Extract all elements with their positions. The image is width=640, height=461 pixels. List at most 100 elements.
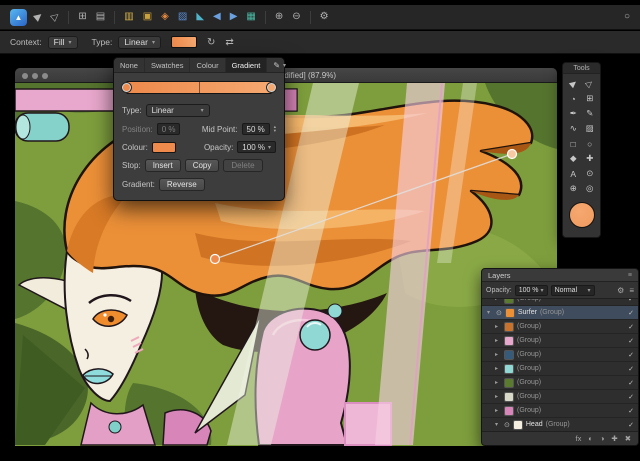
node-cursor-icon[interactable]: ▷: [49, 11, 61, 24]
colour-picker-tool-icon[interactable]: ⊕: [565, 181, 582, 196]
shape-tool-icon[interactable]: ✚: [582, 151, 599, 166]
rotate-gradient-icon[interactable]: ↻: [207, 37, 215, 48]
export-icon[interactable]: ◈: [161, 12, 169, 22]
delete-layer-icon[interactable]: ✖: [625, 434, 631, 443]
place-image-icon[interactable]: ▨: [178, 12, 187, 22]
tab-swatches[interactable]: Swatches: [145, 58, 191, 72]
preferences-icon[interactable]: ⚙: [320, 12, 329, 22]
tab-colour[interactable]: Colour: [190, 58, 225, 72]
tab-gradient[interactable]: Gradient: [226, 58, 268, 72]
disclosure-icon[interactable]: ▾: [487, 309, 493, 316]
fill-tool-icon[interactable]: ◆: [565, 151, 582, 166]
layer-visibility-checkbox[interactable]: ✓: [628, 309, 634, 317]
disclosure-icon[interactable]: ▸: [495, 299, 501, 302]
corner-tool-icon[interactable]: ◔: [565, 91, 582, 106]
layer-row-group-2[interactable]: ▸(Group)✓: [482, 320, 638, 334]
gradient-editor[interactable]: [126, 81, 272, 94]
stop-colour-swatch[interactable]: [152, 142, 176, 153]
panel-menu-icon[interactable]: ≡: [628, 272, 632, 279]
alignment-icon[interactable]: ▤: [96, 12, 105, 22]
layer-visibility-checkbox[interactable]: ✓: [628, 407, 634, 415]
grid-icon[interactable]: ▦: [246, 12, 255, 22]
pixel-persona-icon[interactable]: ◣: [196, 12, 204, 22]
move-cursor-icon[interactable]: ▶: [33, 11, 45, 24]
layer-row-surfer[interactable]: ▾⊙Surfer (Group)✓: [482, 306, 638, 320]
blend-options-gear-icon[interactable]: ⚙: [617, 286, 624, 295]
snapping-icon[interactable]: ⊕: [275, 12, 283, 22]
context-dropdown[interactable]: Fill ▾: [48, 36, 78, 49]
disclosure-icon[interactable]: ▸: [495, 351, 501, 358]
disclosure-icon[interactable]: ▸: [495, 337, 501, 344]
adjustments-icon[interactable]: ◑: [600, 434, 605, 443]
layer-row-group-5[interactable]: ▸(Group)✓: [482, 362, 638, 376]
transparency-tool-icon[interactable]: ▨: [582, 121, 599, 136]
rectangle-tool-icon[interactable]: □: [565, 136, 582, 151]
disclosure-icon[interactable]: ▸: [495, 407, 501, 414]
layer-row-group-3[interactable]: ▸(Group)✓: [482, 334, 638, 348]
pencil-tool-icon[interactable]: ✎: [582, 106, 599, 121]
layer-visibility-checkbox[interactable]: ✓: [628, 323, 634, 331]
visibility-eye-icon[interactable]: ⊙: [504, 421, 510, 429]
disclosure-icon[interactable]: ▸: [495, 393, 501, 400]
layer-visibility-checkbox[interactable]: ✓: [628, 393, 634, 401]
crop-tool-icon[interactable]: ⊞: [582, 91, 599, 106]
tab-none[interactable]: None: [114, 58, 145, 72]
layer-visibility-checkbox[interactable]: ✓: [628, 365, 634, 373]
move-tool-icon[interactable]: ▶: [565, 76, 582, 91]
layer-visibility-checkbox[interactable]: ✓: [628, 379, 634, 387]
blend-mode-dropdown[interactable]: Normal ▾: [551, 285, 595, 296]
fill-gradient-swatch[interactable]: [171, 36, 197, 48]
fill-colour-swatch[interactable]: [569, 202, 595, 228]
transform-icon[interactable]: ⊞: [78, 12, 86, 22]
redo-icon[interactable]: ▶: [230, 12, 238, 22]
ellipse-tool-icon[interactable]: ○: [582, 136, 599, 151]
open-document-icon[interactable]: ▣: [143, 12, 152, 22]
disclosure-icon[interactable]: ▸: [495, 323, 501, 330]
assistant-icon[interactable]: ⊖: [292, 12, 300, 22]
disclosure-icon[interactable]: ▾: [495, 421, 501, 428]
layer-row-group-7[interactable]: ▸(Group)✓: [482, 390, 638, 404]
close-button[interactable]: [22, 73, 28, 79]
canvas[interactable]: [15, 83, 557, 446]
insert-stop-button[interactable]: Insert: [145, 159, 181, 172]
new-document-icon[interactable]: ▥: [124, 12, 133, 22]
copy-stop-button[interactable]: Copy: [185, 159, 220, 172]
layers-opacity-input[interactable]: 100 % ▾: [515, 285, 548, 296]
midpoint-stepper[interactable]: ▴▾: [274, 125, 276, 133]
visibility-eye-icon[interactable]: ⊙: [496, 309, 502, 317]
gradient-type-dropdown[interactable]: Linear ▾: [146, 104, 210, 117]
minimize-button[interactable]: [32, 73, 38, 79]
type-dropdown[interactable]: Linear ▾: [118, 36, 161, 49]
add-layer-icon[interactable]: ✚: [611, 434, 617, 443]
layer-visibility-checkbox[interactable]: ✓: [628, 421, 634, 429]
layer-visibility-checkbox[interactable]: ✓: [628, 337, 634, 345]
opacity-input[interactable]: 100 % ▾: [237, 141, 276, 153]
zoom-button[interactable]: [42, 73, 48, 79]
undo-icon[interactable]: ◀: [213, 12, 221, 22]
layer-visibility-checkbox[interactable]: ✓: [628, 299, 634, 303]
gradient-stop-end[interactable]: [267, 83, 276, 92]
layer-visibility-checkbox[interactable]: ✓: [628, 351, 634, 359]
position-input[interactable]: 0 %: [157, 123, 181, 135]
mask-icon[interactable]: ◐: [588, 434, 593, 443]
eyedropper-icon[interactable]: ✎▾: [267, 58, 292, 72]
brush-tool-icon[interactable]: ∿: [565, 121, 582, 136]
layer-row-group-4[interactable]: ▸(Group)✓: [482, 348, 638, 362]
app-logo-icon[interactable]: ▲: [10, 9, 27, 26]
delete-stop-button[interactable]: Delete: [223, 159, 262, 172]
layer-row-group-0[interactable]: ▸(Group)✓: [482, 299, 638, 306]
view-tool-icon[interactable]: ◎: [582, 181, 599, 196]
reverse-gradient-icon[interactable]: ⇄: [225, 37, 233, 48]
layer-row-group-6[interactable]: ▸(Group)✓: [482, 376, 638, 390]
text-tool-icon[interactable]: A: [565, 166, 582, 181]
pen-tool-icon[interactable]: ✒: [565, 106, 582, 121]
node-tool-icon[interactable]: ▷: [582, 76, 599, 91]
disclosure-icon[interactable]: ▸: [495, 365, 501, 372]
panel-options-icon[interactable]: ≡: [629, 286, 634, 295]
search-icon[interactable]: ○: [624, 12, 630, 22]
gradient-stop-start[interactable]: [122, 83, 131, 92]
reverse-gradient-button[interactable]: Reverse: [159, 178, 205, 191]
disclosure-icon[interactable]: ▸: [495, 379, 501, 386]
zoom-tool-icon[interactable]: ⊙: [582, 166, 599, 181]
layer-row-group-8[interactable]: ▸(Group)✓: [482, 404, 638, 418]
